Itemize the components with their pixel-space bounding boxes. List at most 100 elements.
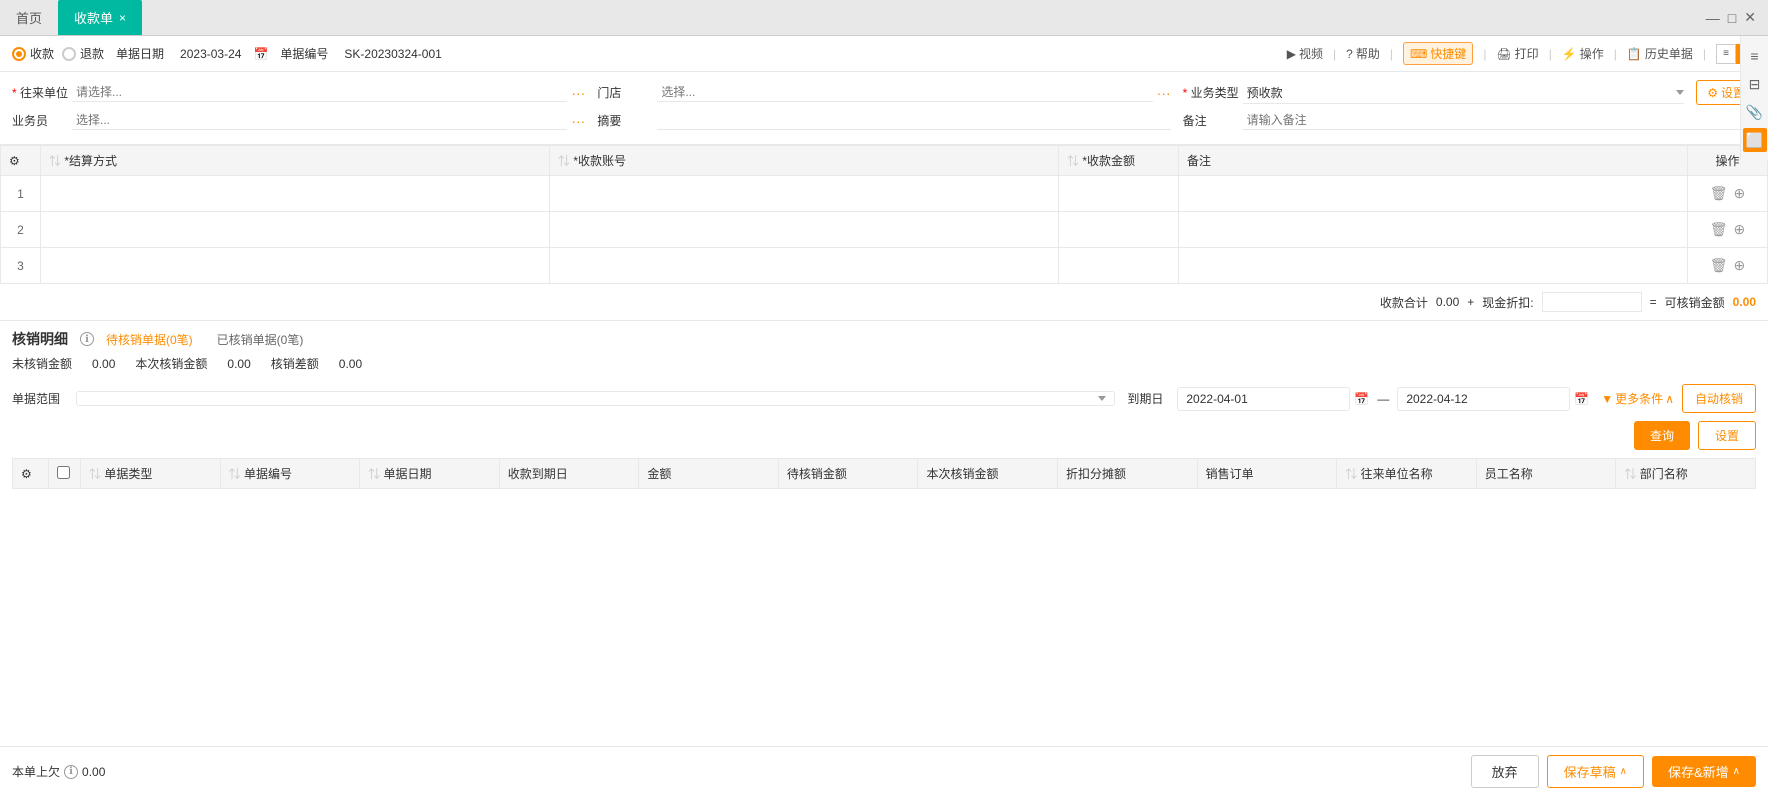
sort-icon: ⇅ xyxy=(89,467,101,481)
date-start-icon[interactable]: 📅 xyxy=(1354,392,1369,406)
reconcile-title: 核销明细 xyxy=(12,329,68,349)
col-notes-header: 备注 xyxy=(1179,146,1688,176)
auto-reconcile-btn[interactable]: 自动核销 xyxy=(1682,384,1756,413)
date-label: 单据日期 xyxy=(116,45,164,62)
row-account-2[interactable] xyxy=(550,212,1059,248)
date-calendar-icon[interactable]: 📅 xyxy=(253,47,268,61)
current-label: 本单上欠 xyxy=(12,763,60,780)
help-btn[interactable]: ? 帮助 xyxy=(1346,45,1380,62)
available-value: 0.00 xyxy=(1733,295,1756,309)
video-btn[interactable]: ▶ 视频 xyxy=(1287,45,1323,62)
radio-refund-circle xyxy=(62,47,76,61)
row-num-2: 2 xyxy=(1,212,41,248)
row-notes-3[interactable] xyxy=(1179,248,1688,284)
row-notes-1[interactable] xyxy=(1179,176,1688,212)
more-conditions-label: 更多条件 xyxy=(1615,390,1663,407)
view-list-btn[interactable]: ≡ xyxy=(1716,44,1736,64)
delete-icon-3[interactable]: 🗑 xyxy=(1710,257,1728,274)
save-draft-btn[interactable]: 保存草稿 ∧ xyxy=(1547,755,1644,788)
row-amount-2[interactable] xyxy=(1059,212,1179,248)
radio-collection-label: 收款 xyxy=(30,45,54,62)
reconcile-settings-btn[interactable]: 设置 xyxy=(1698,421,1756,450)
divider2: | xyxy=(1390,47,1393,61)
reconcile-info-icon[interactable]: ℹ xyxy=(80,332,94,346)
notes-input[interactable] xyxy=(1243,111,1756,130)
copy-icon-2[interactable]: ⊕ xyxy=(1734,221,1746,238)
radio-collection[interactable]: 收款 xyxy=(12,45,54,62)
sidebar-icon-2[interactable]: ⊟ xyxy=(1743,72,1767,96)
row-num-3: 3 xyxy=(1,248,41,284)
done-tab[interactable]: 已核销单据(0笔) xyxy=(217,331,304,348)
store-field: 门店 ··· xyxy=(597,83,1170,102)
col-settings-header[interactable]: ⚙ xyxy=(1,146,41,176)
summary-input[interactable] xyxy=(657,111,1170,130)
sort-icon2: ⇅ xyxy=(229,467,241,481)
footer-info-icon[interactable]: ℹ xyxy=(64,765,78,779)
query-btn[interactable]: 查询 xyxy=(1634,421,1690,450)
shortcut-label: 快捷键 xyxy=(1430,45,1466,62)
footer: 本单上欠 ℹ 0.00 放弃 保存草稿 ∧ 保存&新增 ∧ xyxy=(0,746,1768,796)
date-end-icon[interactable]: 📅 xyxy=(1574,392,1589,406)
window-close-icon[interactable]: ✕ xyxy=(1744,9,1756,26)
bottom-col-date: ⇅ 单据日期 xyxy=(360,459,500,489)
print-btn[interactable]: 🖨 打印 xyxy=(1496,45,1538,62)
total-value: 0.00 xyxy=(1436,295,1459,309)
pending-tab[interactable]: 待核销单据(0笔) xyxy=(106,331,193,348)
date-field: 单据日期 2023-03-24 📅 xyxy=(116,45,268,62)
reconcile-settings-label: 设置 xyxy=(1715,429,1739,443)
customer-more-icon[interactable]: ··· xyxy=(571,85,585,101)
discount-label: 现金折扣: xyxy=(1482,294,1533,311)
number-label: 单据编号 xyxy=(280,45,328,62)
row-notes-2[interactable] xyxy=(1179,212,1688,248)
row-settlement-1[interactable] xyxy=(41,176,550,212)
bottom-col-checkbox[interactable] xyxy=(49,459,81,489)
abandon-btn[interactable]: 放弃 xyxy=(1471,755,1539,788)
row-account-3[interactable] xyxy=(550,248,1059,284)
sidebar-icon-1[interactable]: ≡ xyxy=(1743,44,1767,68)
save-new-btn[interactable]: 保存&新增 ∧ xyxy=(1652,756,1756,787)
action-icons-1: 🗑 ⊕ xyxy=(1696,185,1759,202)
customer-input[interactable] xyxy=(72,83,567,102)
staff-input[interactable] xyxy=(72,111,567,130)
video-icon: ▶ xyxy=(1287,47,1296,61)
more-conditions-btn[interactable]: ▼ 更多条件 ∧ xyxy=(1601,390,1674,407)
header-checkbox[interactable] xyxy=(57,466,70,479)
store-more-icon[interactable]: ··· xyxy=(1157,85,1171,101)
col-settlement-header: ⇅ *结算方式 xyxy=(41,146,550,176)
abandon-label: 放弃 xyxy=(1492,765,1518,780)
row-amount-1[interactable] xyxy=(1059,176,1179,212)
divider1: | xyxy=(1333,47,1336,61)
delete-icon-2[interactable]: 🗑 xyxy=(1710,221,1728,238)
tab-home[interactable]: 首页 xyxy=(0,0,58,35)
shortcut-btn[interactable]: ⌨ 快捷键 xyxy=(1403,42,1473,65)
radio-refund[interactable]: 退款 xyxy=(62,45,104,62)
sidebar-icon-4[interactable]: ⬜ xyxy=(1743,128,1767,152)
table-row: 1 🗑 ⊕ xyxy=(1,176,1768,212)
sidebar-icon-3[interactable]: 📎 xyxy=(1743,100,1767,124)
operation-btn[interactable]: ⚡ 操作 xyxy=(1562,45,1604,62)
row-settlement-2[interactable] xyxy=(41,212,550,248)
staff-more-icon[interactable]: ··· xyxy=(571,113,585,129)
row-amount-3[interactable] xyxy=(1059,248,1179,284)
range-select[interactable] xyxy=(76,391,1115,406)
bottom-col-settings[interactable]: ⚙ xyxy=(13,459,49,489)
bottom-col-pending: 待核销金额 xyxy=(778,459,918,489)
date-start-input[interactable] xyxy=(1177,387,1350,411)
window-max-icon[interactable]: □ xyxy=(1728,10,1736,26)
store-input[interactable] xyxy=(657,83,1152,102)
copy-icon-1[interactable]: ⊕ xyxy=(1734,185,1746,202)
row-account-1[interactable] xyxy=(550,176,1059,212)
bottom-col-due-date: 收款到期日 xyxy=(499,459,639,489)
row-settlement-3[interactable] xyxy=(41,248,550,284)
window-min-icon[interactable]: — xyxy=(1706,10,1720,26)
date-range-field: 到期日 📅 — 📅 xyxy=(1127,387,1589,411)
range-label: 单据范围 xyxy=(12,390,60,407)
delete-icon-1[interactable]: 🗑 xyxy=(1710,185,1728,202)
discount-input[interactable] xyxy=(1542,292,1642,312)
tab-collection[interactable]: 收款单 × xyxy=(58,0,142,35)
history-btn[interactable]: 📋 历史单据 xyxy=(1627,45,1693,62)
business-type-select[interactable]: 预收款 xyxy=(1243,82,1685,104)
copy-icon-3[interactable]: ⊕ xyxy=(1734,257,1746,274)
date-end-input[interactable] xyxy=(1397,387,1570,411)
tab-close-icon[interactable]: × xyxy=(119,11,126,25)
